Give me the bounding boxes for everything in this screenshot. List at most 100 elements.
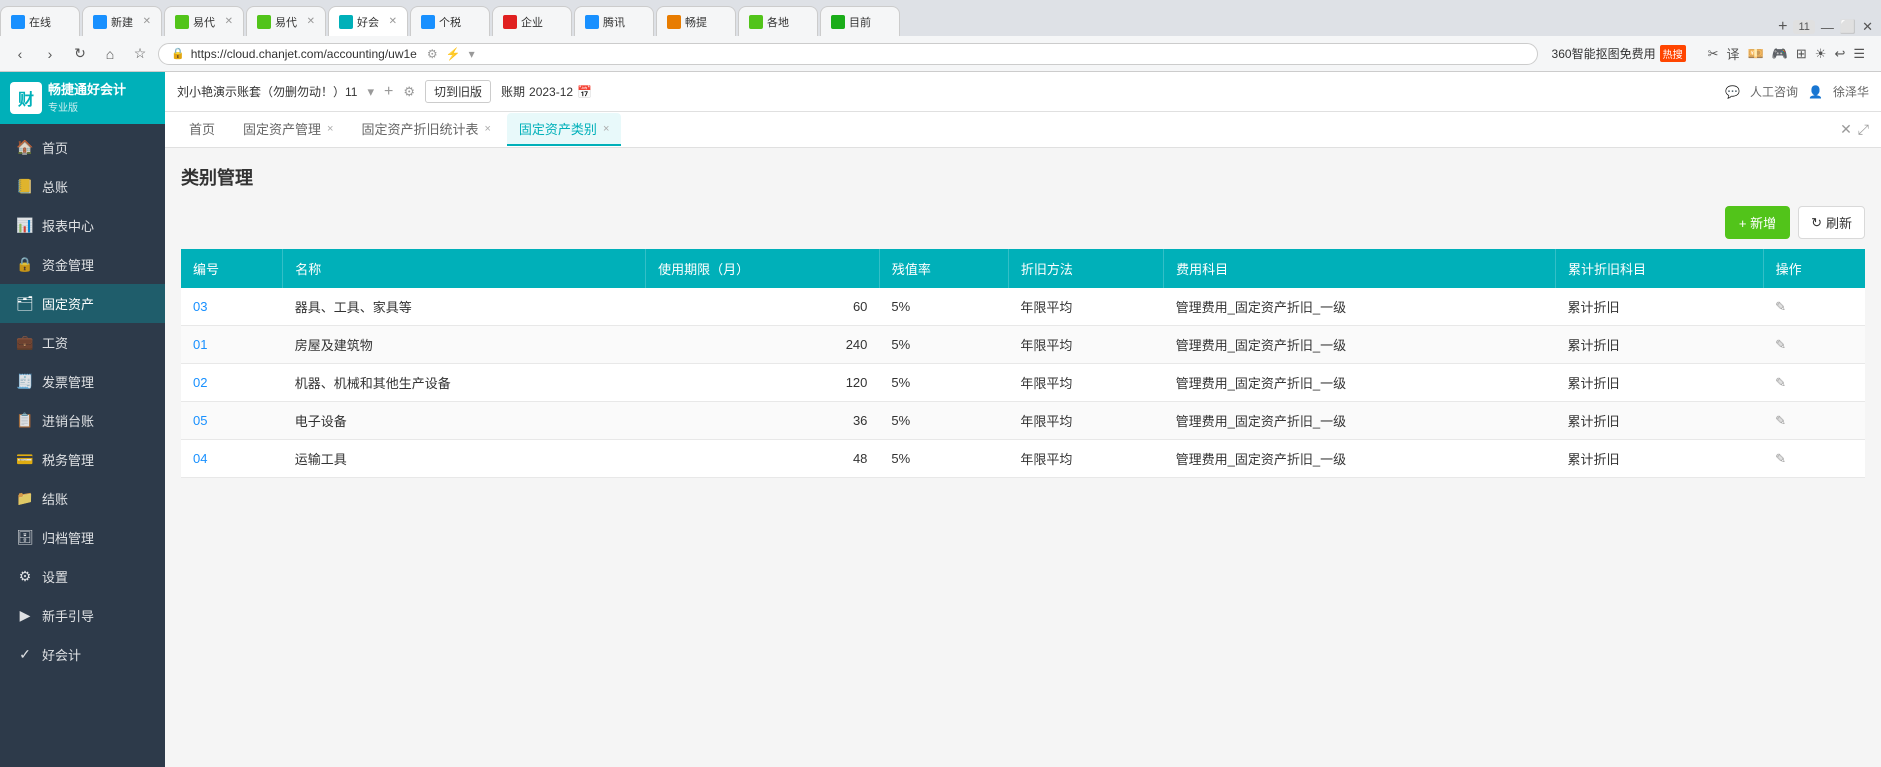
cell-2-residual: 5% (879, 364, 1008, 402)
cell-4-period: 48 (646, 440, 880, 478)
cell-0-op: ✎ (1763, 288, 1865, 326)
cell-1-accum: 累计折旧 (1556, 326, 1764, 364)
tab-favicon-t9 (667, 15, 681, 29)
home-nav-btn[interactable]: ⌂ (98, 42, 122, 66)
cell-3-residual: 5% (879, 402, 1008, 440)
edit-btn-2[interactable]: ✎ (1775, 375, 1786, 390)
cell-2-method: 年限平均 (1008, 364, 1163, 402)
grid-icon[interactable]: ⊞ (1796, 46, 1807, 62)
cut-icon[interactable]: ✂ (1708, 46, 1719, 62)
sidebar-icon-payroll: 💼 (16, 334, 34, 352)
new-tab-btn[interactable]: + (1778, 18, 1787, 36)
sidebar-item-guide[interactable]: ▶新手引导 (0, 596, 165, 635)
close-panel-icon[interactable]: ✕ (1840, 121, 1852, 138)
switch-version-btn[interactable]: 切到旧版 (425, 80, 491, 103)
browser-tab-t11[interactable]: 目前 (820, 6, 900, 36)
sidebar-item-fixed-asset[interactable]: 🗂固定资产 (0, 284, 165, 323)
browser-tab-t4[interactable]: 易代✕ (246, 6, 326, 36)
period-label: 账期 (501, 83, 525, 100)
dropdown-arrow-icon[interactable]: ▾ (367, 84, 374, 100)
undo-icon[interactable]: ↩ (1834, 46, 1845, 62)
browser-tab-t8[interactable]: 腾讯 (574, 6, 654, 36)
data-table: 编号名称使用期限（月）残值率折旧方法费用科目累计折旧科目操作 03器具、工具、家… (181, 249, 1865, 478)
page-tab-label-fixed-mgmt: 固定资产管理 (243, 119, 321, 138)
bookmark-btn[interactable]: ☆ (128, 42, 152, 66)
sidebar-item-settlement[interactable]: 📁结账 (0, 479, 165, 518)
url-box[interactable]: 🔒 https://cloud.chanjet.com/accounting/u… (158, 43, 1538, 65)
tab-close-t4[interactable]: ✕ (307, 16, 315, 27)
page-tab-category[interactable]: 固定资产类别 × (507, 113, 621, 146)
tab-close-t5[interactable]: ✕ (389, 16, 397, 27)
sidebar-item-payroll[interactable]: 💼工资 (0, 323, 165, 362)
menu-icon[interactable]: ☰ (1853, 46, 1865, 62)
page-tab-close-category[interactable]: × (603, 123, 609, 135)
sidebar-item-ledger[interactable]: 📒总账 (0, 167, 165, 206)
refresh-btn[interactable]: ↻ 刷新 (1798, 206, 1865, 239)
tab-label-t2: 新建 (111, 14, 133, 30)
row-code-1[interactable]: 01 (193, 337, 207, 352)
row-code-2[interactable]: 02 (193, 375, 207, 390)
col-header-7: 操作 (1763, 249, 1865, 288)
back-btn[interactable]: ‹ (8, 42, 32, 66)
row-code-4[interactable]: 04 (193, 451, 207, 466)
sidebar-label-fixed-asset: 固定资产 (42, 294, 94, 313)
sidebar-item-settings[interactable]: ⚙设置 (0, 557, 165, 596)
calendar-icon[interactable]: 📅 (577, 85, 592, 99)
sidebar-item-archive[interactable]: 🗄归档管理 (0, 518, 165, 557)
browser-tab-t9[interactable]: 畅提 (656, 6, 736, 36)
sidebar: 财 畅捷通好会计 专业版 🏠首页📒总账📊报表中心🔒资金管理🗂固定资产💼工资🧾发票… (0, 72, 165, 767)
search-area: 360智能抠图免费用 热搜 (1544, 45, 1694, 62)
cell-2-name: 机器、机械和其他生产设备 (283, 364, 646, 402)
consultant-label[interactable]: 人工咨询 (1750, 83, 1798, 100)
tab-close-t2[interactable]: ✕ (143, 16, 151, 27)
sun-icon[interactable]: ☀ (1815, 46, 1827, 62)
browser-tab-t7[interactable]: 企业 (492, 6, 572, 36)
minimize-btn[interactable]: — (1821, 20, 1834, 35)
row-code-0[interactable]: 03 (193, 299, 207, 314)
page-tab-close-fixed-mgmt[interactable]: × (327, 123, 333, 135)
page-tab-depreciation[interactable]: 固定资产折旧统计表× (349, 113, 502, 146)
sidebar-item-capital[interactable]: 🔒资金管理 (0, 245, 165, 284)
cell-3-name: 电子设备 (283, 402, 646, 440)
table-row: 01房屋及建筑物2405%年限平均管理费用_固定资产折旧_一级累计折旧✎ (181, 326, 1865, 364)
close-btn[interactable]: ✕ (1862, 19, 1873, 35)
edit-btn-1[interactable]: ✎ (1775, 337, 1786, 352)
browser-tab-t3[interactable]: 易代✕ (164, 6, 244, 36)
sidebar-item-report[interactable]: 📊报表中心 (0, 206, 165, 245)
sidebar-item-invoice[interactable]: 🧾发票管理 (0, 362, 165, 401)
row-code-3[interactable]: 05 (193, 413, 207, 428)
username[interactable]: 徐泽华 (1833, 83, 1869, 100)
wallet-icon[interactable]: 💴 (1748, 46, 1764, 62)
page-tab-home[interactable]: 首页 (177, 113, 227, 146)
browser-tab-t6[interactable]: 个税 (410, 6, 490, 36)
sidebar-icon-capital: 🔒 (16, 256, 34, 274)
sidebar-item-tax[interactable]: 💳税务管理 (0, 440, 165, 479)
page-tab-label-category: 固定资产类别 (519, 119, 597, 138)
sidebar-item-inventory[interactable]: 📋进销台账 (0, 401, 165, 440)
reload-btn[interactable]: ↻ (68, 42, 92, 66)
page-tab-close-depreciation[interactable]: × (484, 123, 490, 135)
browser-tab-t5[interactable]: 好会✕ (328, 6, 408, 36)
edit-btn-4[interactable]: ✎ (1775, 451, 1786, 466)
game-icon[interactable]: 🎮 (1772, 46, 1788, 62)
translate-icon[interactable]: 译 (1726, 44, 1739, 63)
sidebar-label-home: 首页 (42, 138, 68, 157)
settings-icon[interactable]: ⚙ (403, 84, 415, 100)
edit-btn-0[interactable]: ✎ (1775, 299, 1786, 314)
url-dropdown-icon[interactable]: ▾ (469, 47, 475, 61)
tab-close-t3[interactable]: ✕ (225, 16, 233, 27)
sidebar-item-home[interactable]: 🏠首页 (0, 128, 165, 167)
add-btn[interactable]: + 新增 (1725, 206, 1790, 239)
browser-tab-t2[interactable]: 新建 ✕ (82, 6, 162, 36)
sidebar-item-good[interactable]: ✓好会计 (0, 635, 165, 674)
cell-4-method: 年限平均 (1008, 440, 1163, 478)
edit-btn-3[interactable]: ✎ (1775, 413, 1786, 428)
expand-panel-icon[interactable]: ⤢ (1858, 121, 1869, 138)
cell-3-accum: 累计折旧 (1556, 402, 1764, 440)
browser-tab-t1[interactable]: 在线 (0, 6, 80, 36)
forward-btn[interactable]: › (38, 42, 62, 66)
add-account-icon[interactable]: + (384, 83, 393, 101)
page-tab-fixed-mgmt[interactable]: 固定资产管理 × (231, 113, 345, 146)
maximize-btn[interactable]: ⬜ (1840, 19, 1856, 35)
browser-tab-t10[interactable]: 各地 (738, 6, 818, 36)
